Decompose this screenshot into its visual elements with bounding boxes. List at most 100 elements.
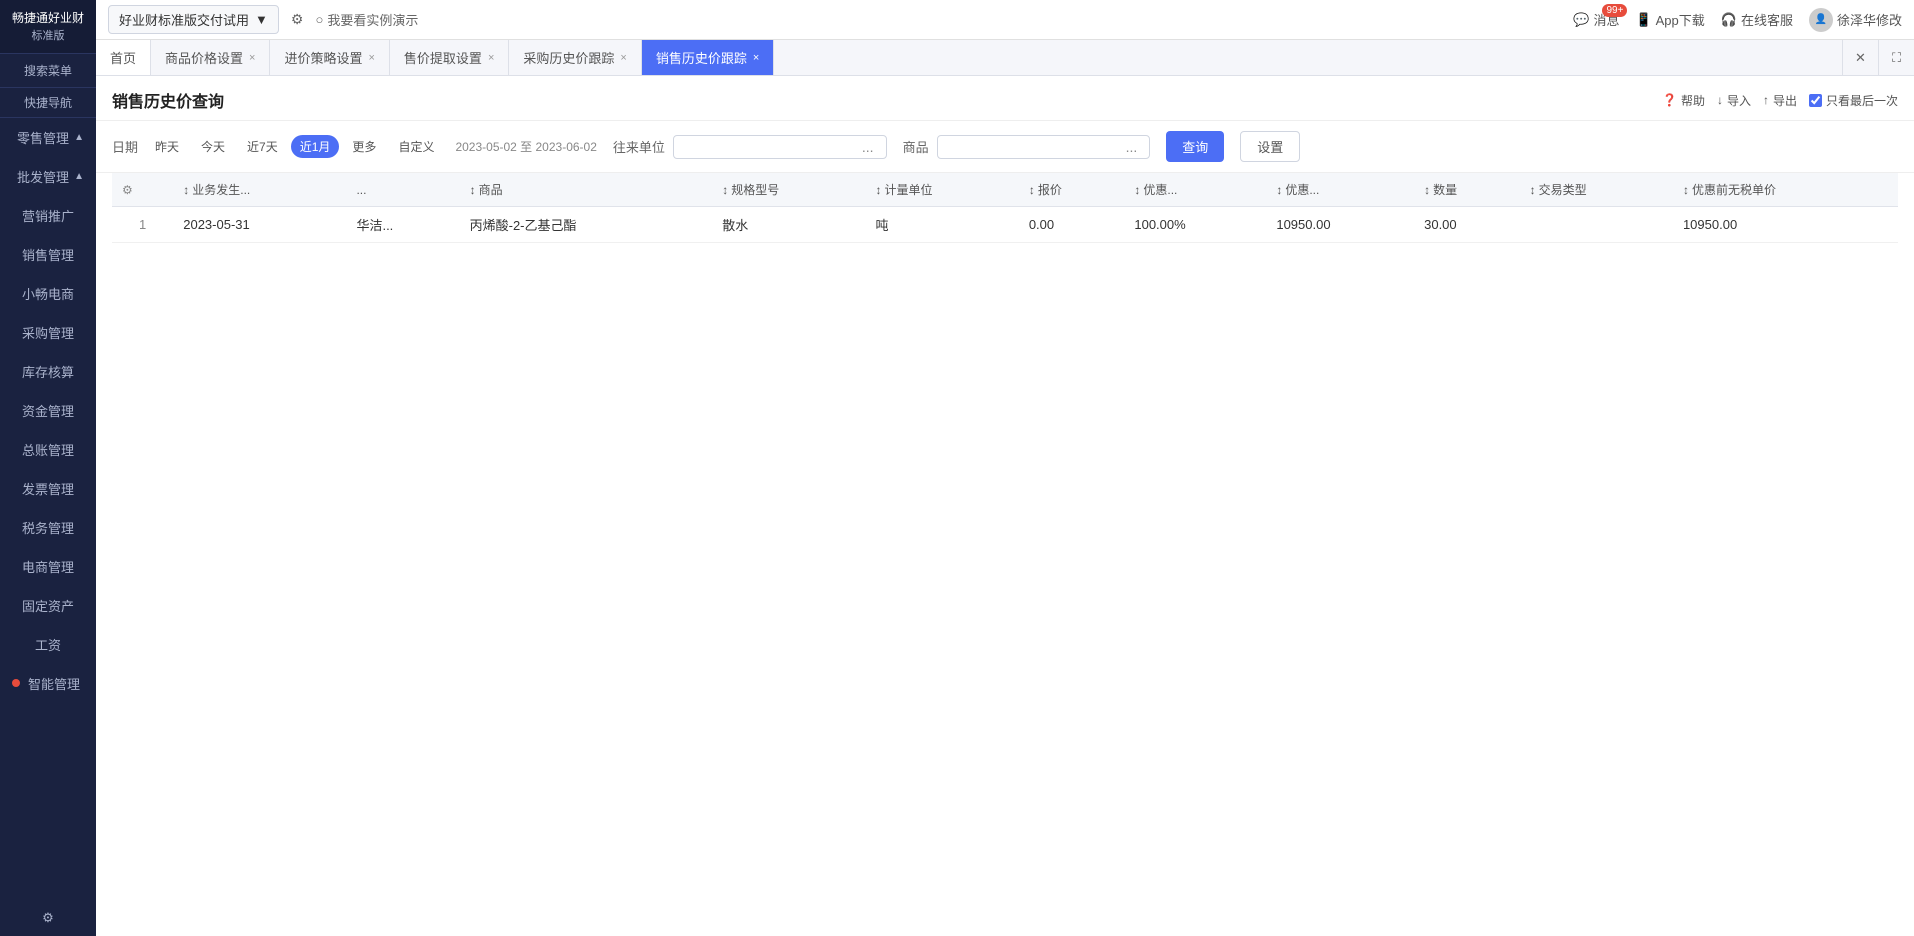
th-price[interactable]: ↕ 报价 <box>1019 173 1125 207</box>
sidebar-item-wholesale-arrow: ▲ <box>74 171 84 182</box>
query-button[interactable]: 查询 <box>1166 131 1224 162</box>
th-goods[interactable]: ↕ 商品 <box>460 173 713 207</box>
th-pretax-price[interactable]: ↕ 优惠前无税单价 <box>1673 173 1898 207</box>
tab-purchase-history-close[interactable]: × <box>620 52 626 64</box>
sidebar-item-payroll-label: 工资 <box>12 635 84 654</box>
sidebar-item-ai[interactable]: 智能管理 <box>0 664 96 703</box>
sidebar-item-inventory-label: 库存核算 <box>12 362 84 381</box>
tab-product-pricing-close[interactable]: × <box>249 52 255 64</box>
th-qty[interactable]: ↕ 数量 <box>1414 173 1520 207</box>
goods-input[interactable] <box>946 139 1122 154</box>
tabbar: 首页 商品价格设置 × 进价策略设置 × 售价提取设置 × 采购历史价跟踪 × … <box>96 40 1914 76</box>
goods-dots[interactable]: ... <box>1122 139 1142 155</box>
import-label: 导入 <box>1727 92 1751 109</box>
only-last-checkbox-label[interactable]: 只看最后一次 <box>1809 92 1898 109</box>
sidebar-item-retail[interactable]: 零售管理 ▲ <box>0 118 96 157</box>
topbar-right: 💬 消息 99+ 📱 App下载 🎧 在线客服 👤 徐泽华修改 <box>1573 8 1902 32</box>
sidebar-item-sales[interactable]: 销售管理 <box>0 235 96 274</box>
sidebar-item-wholesale-label: 批发管理 <box>12 167 74 186</box>
tab-purchase-history[interactable]: 采购历史价跟踪 × <box>509 40 641 76</box>
export-button[interactable]: ↑ 导出 <box>1763 92 1797 109</box>
headset-icon: 🎧 <box>1721 12 1737 28</box>
th-col2[interactable]: ... <box>346 173 459 207</box>
tab-sales-history-close[interactable]: × <box>753 52 759 64</box>
online-service-button[interactable]: 🎧 在线客服 <box>1721 10 1793 29</box>
date-btn-custom[interactable]: 自定义 <box>389 135 443 158</box>
cell-goods: 丙烯酸-2-乙基己酯 <box>460 207 713 243</box>
import-button[interactable]: ↓ 导入 <box>1717 92 1751 109</box>
page-actions: ❓ 帮助 ↓ 导入 ↑ 导出 只看最后一次 <box>1662 92 1898 109</box>
date-btn-1month[interactable]: 近1月 <box>291 135 340 158</box>
tab-purchase-strategy[interactable]: 进价策略设置 × <box>270 40 389 76</box>
sidebar-item-purchase[interactable]: 采购管理 <box>0 313 96 352</box>
th-trade-type[interactable]: ↕ 交易类型 <box>1520 173 1673 207</box>
sidebar-item-inventory[interactable]: 库存核算 <box>0 352 96 391</box>
filter-settings-button[interactable]: 设置 <box>1240 131 1300 162</box>
th-discount2[interactable]: ↕ 优惠... <box>1266 173 1414 207</box>
th-business-date[interactable]: ↕ 业务发生... <box>173 173 346 207</box>
app-download-button[interactable]: 📱 App下载 <box>1635 10 1704 29</box>
sidebar-item-finance[interactable]: 资金管理 <box>0 391 96 430</box>
date-filter-group: 日期 昨天 今天 近7天 近1月 更多 自定义 2023-05-02 至 202… <box>112 135 597 158</box>
tab-price-extract[interactable]: 售价提取设置 × <box>390 40 509 76</box>
demo-button[interactable]: ○ 我要看实例演示 <box>315 10 418 29</box>
tab-price-extract-label: 售价提取设置 <box>404 48 482 67</box>
sidebar-item-purchase-label: 采购管理 <box>12 323 84 342</box>
message-button[interactable]: 💬 消息 99+ <box>1573 10 1619 29</box>
close-tab-action[interactable]: ✕ <box>1842 40 1878 76</box>
cell-spec: 散水 <box>712 207 865 243</box>
only-last-checkbox[interactable] <box>1809 94 1822 107</box>
sidebar-item-fixed-assets[interactable]: 固定资产 <box>0 586 96 625</box>
sidebar-item-ledger[interactable]: 总账管理 <box>0 430 96 469</box>
date-range-display: 2023-05-02 至 2023-06-02 <box>455 138 596 155</box>
cell-pretax-price: 10950.00 <box>1673 207 1898 243</box>
date-btn-7days[interactable]: 近7天 <box>238 135 287 158</box>
sidebar-item-sales-label: 销售管理 <box>12 245 84 264</box>
tab-sales-history[interactable]: 销售历史价跟踪 × <box>642 40 774 76</box>
tabbar-actions: ✕ ⛶ <box>1842 40 1914 76</box>
message-badge: 99+ <box>1602 4 1627 17</box>
th-unit[interactable]: ↕ 计量单位 <box>866 173 1019 207</box>
date-btn-more[interactable]: 更多 <box>343 135 385 158</box>
filter-bar: 日期 昨天 今天 近7天 近1月 更多 自定义 2023-05-02 至 202… <box>96 121 1914 173</box>
sidebar-item-invoice[interactable]: 发票管理 <box>0 469 96 508</box>
sidebar-item-ecommerce-small-label: 小畅电商 <box>12 284 84 303</box>
sort-discount1: ↕ 优惠... <box>1134 181 1177 198</box>
user-menu-button[interactable]: 👤 徐泽华修改 <box>1809 8 1902 32</box>
cell-business-date: 2023-05-31 <box>173 207 346 243</box>
avatar: 👤 <box>1809 8 1833 32</box>
tab-product-pricing-label: 商品价格设置 <box>165 48 243 67</box>
tab-purchase-strategy-close[interactable]: × <box>368 52 374 64</box>
tab-price-extract-close[interactable]: × <box>488 52 494 64</box>
sidebar-item-payroll[interactable]: 工资 <box>0 625 96 664</box>
expand-tab-action[interactable]: ⛶ <box>1878 40 1914 76</box>
th-gear[interactable]: ⚙ <box>112 173 173 207</box>
sidebar-item-ecommerce-small[interactable]: 小畅电商 <box>0 274 96 313</box>
date-btn-yesterday[interactable]: 昨天 <box>146 135 188 158</box>
sort-goods: ↕ 商品 <box>470 181 503 198</box>
help-button[interactable]: ❓ 帮助 <box>1662 92 1705 109</box>
tab-home[interactable]: 首页 <box>96 40 151 76</box>
date-btn-today[interactable]: 今天 <box>192 135 234 158</box>
sort-discount2: ↕ 优惠... <box>1276 181 1319 198</box>
from-unit-dots[interactable]: ... <box>858 139 878 155</box>
sort-spec: ↕ 规格型号 <box>722 181 779 198</box>
module-selector[interactable]: 好业财标准版交付试用 ▼ <box>108 5 279 34</box>
cell-col2: 华洁... <box>346 207 459 243</box>
sidebar-item-ecommerce[interactable]: 电商管理 <box>0 547 96 586</box>
sidebar-item-retail-label: 零售管理 <box>12 128 74 147</box>
th-discount1[interactable]: ↕ 优惠... <box>1124 173 1266 207</box>
th-spec[interactable]: ↕ 规格型号 <box>712 173 865 207</box>
sidebar-search[interactable]: 搜索菜单 <box>0 54 96 88</box>
tab-product-pricing[interactable]: 商品价格设置 × <box>151 40 270 76</box>
topbar-settings-icon[interactable]: ⚙ <box>291 11 304 28</box>
app-label: App下载 <box>1656 10 1705 29</box>
sidebar-item-marketing[interactable]: 营销推广 <box>0 196 96 235</box>
sidebar-item-wholesale[interactable]: 批发管理 ▲ <box>0 157 96 196</box>
sidebar-footer-settings[interactable]: ⚙ <box>0 900 96 936</box>
gear-icon: ⚙ <box>42 910 54 925</box>
sidebar-quick-nav[interactable]: 快捷导航 <box>0 88 96 118</box>
sidebar-item-tax[interactable]: 税务管理 <box>0 508 96 547</box>
cell-discount1: 100.00% <box>1124 207 1266 243</box>
from-unit-input[interactable] <box>682 139 858 154</box>
